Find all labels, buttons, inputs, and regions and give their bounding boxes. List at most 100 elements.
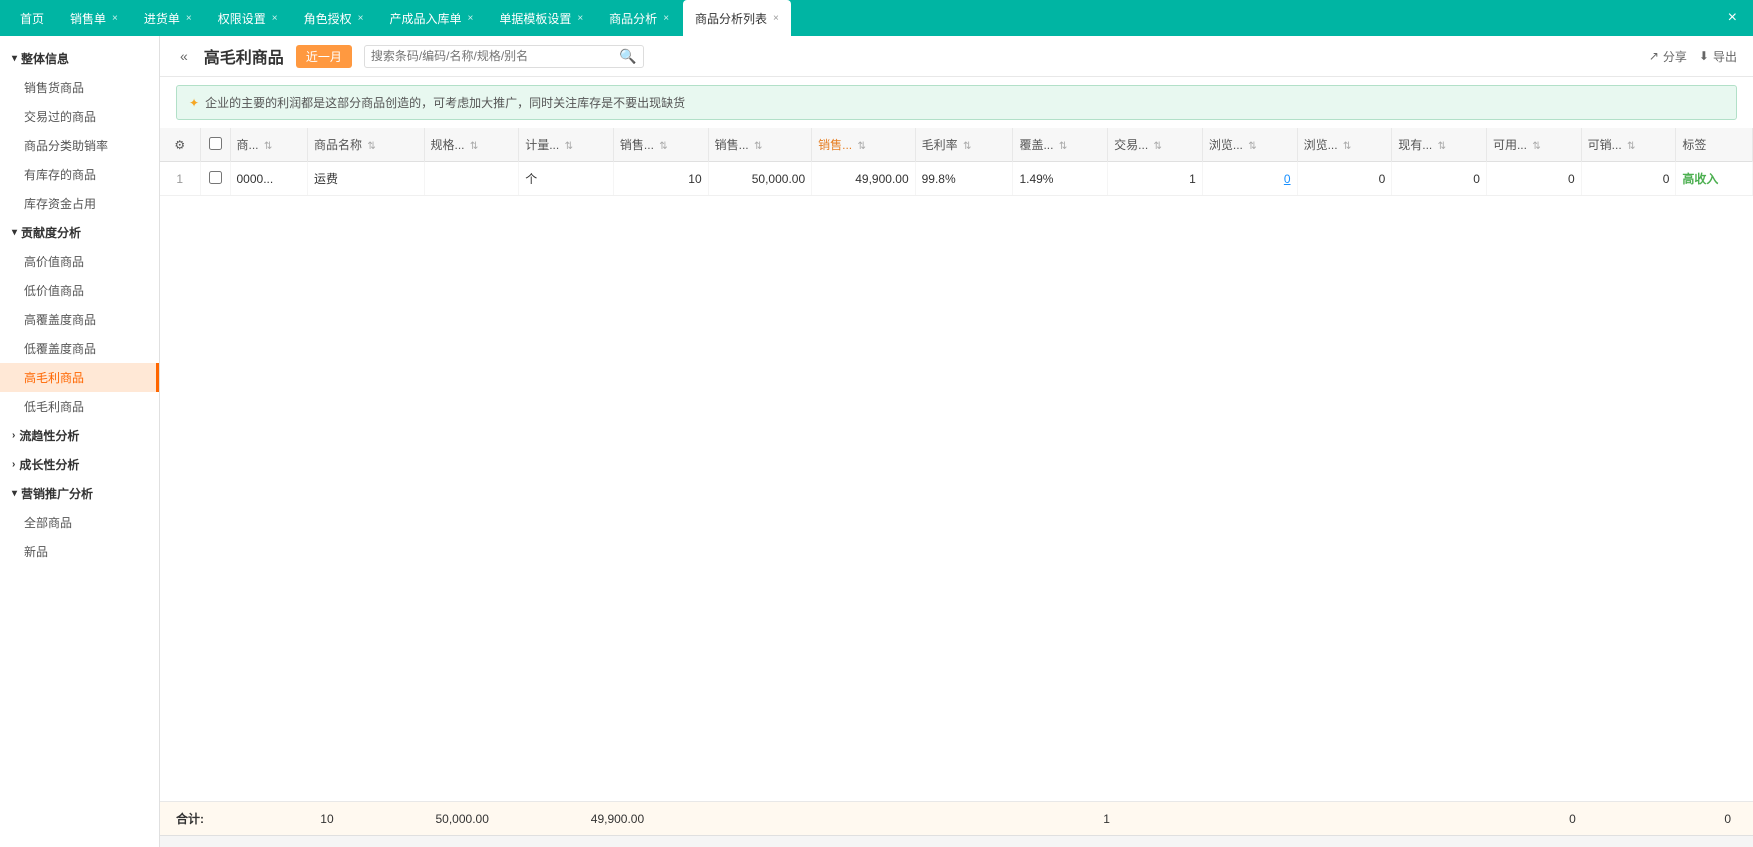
cell-browse2: 0	[1297, 162, 1392, 196]
cell-tag: 高收入	[1676, 162, 1753, 196]
sidebar-group-marketing[interactable]: ▾ 营销推广分析	[0, 479, 159, 508]
export-button[interactable]: ⬇ 导出	[1699, 48, 1737, 65]
nav-role-auth[interactable]: 角色授权 ×	[292, 0, 376, 36]
table-header-row: ⚙ 商... ⇅ 商品名称 ⇅	[160, 128, 1753, 162]
col-spec[interactable]: 规格... ⇅	[424, 128, 519, 162]
col-name[interactable]: 商品名称 ⇅	[307, 128, 424, 162]
sort-available-icon: ⇅	[1532, 141, 1540, 152]
sidebar-item-high-margin[interactable]: 高毛利商品	[0, 363, 159, 392]
filter-month-button[interactable]: 近一月	[296, 45, 352, 68]
arrow-growth: ›	[12, 459, 15, 470]
cell-browse1[interactable]: 0	[1202, 162, 1297, 196]
cell-code[interactable]: 0000...	[230, 162, 307, 196]
sort-spec-icon: ⇅	[470, 141, 478, 152]
nav-template-settings[interactable]: 单据模板设置 ×	[487, 0, 595, 36]
nav-product-analysis[interactable]: 商品分析 ×	[597, 0, 681, 36]
sidebar-item-high-coverage[interactable]: 高覆盖度商品	[0, 305, 159, 334]
nav-purchase-order[interactable]: 进货单 ×	[132, 0, 204, 36]
sidebar-item-all-goods[interactable]: 全部商品	[0, 508, 159, 537]
sort-transaction-icon: ⇅	[1154, 141, 1162, 152]
sidebar-group-contribution[interactable]: ▾ 贡献度分析	[0, 218, 159, 247]
sidebar-item-new-goods[interactable]: 新品	[0, 537, 159, 566]
col-coverage[interactable]: 覆盖... ⇅	[1013, 128, 1108, 162]
settings-icon[interactable]: ⚙	[174, 138, 185, 152]
cell-gross-margin: 99.8%	[915, 162, 1013, 196]
bottom-scrollbar[interactable]	[160, 835, 1753, 847]
sort-browse2-icon: ⇅	[1343, 141, 1351, 152]
sidebar-item-inventory-capital[interactable]: 库存资金占用	[0, 189, 159, 218]
sidebar-item-high-value[interactable]: 高价值商品	[0, 247, 159, 276]
footer-label: 合计:	[176, 810, 256, 827]
sort-gross-margin-icon: ⇅	[963, 141, 971, 152]
col-browse2[interactable]: 浏览... ⇅	[1297, 128, 1392, 162]
nav-permission-settings[interactable]: 权限设置 ×	[206, 0, 290, 36]
sidebar-item-traded-goods[interactable]: 交易过的商品	[0, 102, 159, 131]
sidebar-item-in-stock[interactable]: 有库存的商品	[0, 160, 159, 189]
main-layout: ▾ 整体信息 销售货商品 交易过的商品 商品分类助销率 有库存的商品 库存资金占…	[0, 36, 1753, 847]
col-sales-amount[interactable]: 销售... ⇅	[708, 128, 812, 162]
arrow-marketing: ▾	[12, 488, 17, 499]
close-product-analysis-icon[interactable]: ×	[663, 13, 669, 24]
sidebar-item-sales-goods[interactable]: 销售货商品	[0, 73, 159, 102]
close-role-auth-icon[interactable]: ×	[358, 13, 364, 24]
nav-sales-order[interactable]: 销售单 ×	[58, 0, 130, 36]
close-product-analysis-list-icon[interactable]: ×	[773, 13, 779, 24]
sidebar-item-low-margin[interactable]: 低毛利商品	[0, 392, 159, 421]
sidebar-item-low-value[interactable]: 低价值商品	[0, 276, 159, 305]
cell-coverage: 1.49%	[1013, 162, 1108, 196]
data-table-wrapper[interactable]: ⚙ 商... ⇅ 商品名称 ⇅	[160, 128, 1753, 801]
col-browse1[interactable]: 浏览... ⇅	[1202, 128, 1297, 162]
sidebar-item-category-rate[interactable]: 商品分类助销率	[0, 131, 159, 160]
info-icon: ✦	[189, 96, 199, 110]
export-icon: ⬇	[1699, 49, 1709, 63]
share-icon: ↗	[1649, 49, 1659, 63]
search-input[interactable]	[371, 49, 620, 63]
col-gross-margin[interactable]: 毛利率 ⇅	[915, 128, 1013, 162]
close-purchase-order-icon[interactable]: ×	[186, 13, 192, 24]
footer-cells: 10 50,000.00 49,900.00 1 0 0	[256, 812, 1737, 826]
col-settings[interactable]: ⚙	[160, 128, 200, 162]
col-code[interactable]: 商... ⇅	[230, 128, 307, 162]
close-template-settings-icon[interactable]: ×	[577, 13, 583, 24]
window-close-button[interactable]: ×	[1720, 9, 1745, 27]
data-table: ⚙ 商... ⇅ 商品名称 ⇅	[160, 128, 1753, 196]
col-unit[interactable]: 计量... ⇅	[519, 128, 614, 162]
nav-home[interactable]: 首页	[8, 0, 56, 36]
share-button[interactable]: ↗ 分享	[1649, 48, 1687, 65]
col-available[interactable]: 可用... ⇅	[1486, 128, 1581, 162]
col-current-stock[interactable]: 现有... ⇅	[1392, 128, 1487, 162]
sort-sales-qty-icon: ⇅	[659, 141, 667, 152]
footer-empty2	[805, 812, 960, 826]
close-sales-order-icon[interactable]: ×	[112, 13, 118, 24]
sort-code-icon: ⇅	[264, 141, 272, 152]
sidebar-group-overall[interactable]: ▾ 整体信息	[0, 44, 159, 73]
sort-current-stock-icon: ⇅	[1438, 141, 1446, 152]
col-sales-cost[interactable]: 销售... ⇅	[812, 128, 916, 162]
nav-product-analysis-list[interactable]: 商品分析列表 ×	[683, 0, 791, 36]
sidebar-item-low-coverage[interactable]: 低覆盖度商品	[0, 334, 159, 363]
row-checkbox[interactable]	[209, 171, 222, 184]
footer-sales-qty: 10	[256, 812, 340, 826]
nav-product-warehouse[interactable]: 产成品入库单 ×	[377, 0, 485, 36]
cell-spec	[424, 162, 519, 196]
cell-name: 运费	[307, 162, 424, 196]
select-all-checkbox[interactable]	[209, 137, 222, 150]
top-nav: 首页 销售单 × 进货单 × 权限设置 × 角色授权 × 产成品入库单 × 单据…	[0, 0, 1753, 36]
close-permission-icon[interactable]: ×	[272, 13, 278, 24]
col-sellable[interactable]: 可销... ⇅	[1581, 128, 1676, 162]
sidebar-group-trend[interactable]: › 流趋性分析	[0, 421, 159, 450]
col-sales-qty[interactable]: 销售... ⇅	[613, 128, 708, 162]
sort-sales-amount-icon: ⇅	[754, 141, 762, 152]
sidebar-group-growth[interactable]: › 成长性分析	[0, 450, 159, 479]
sidebar-collapse-button[interactable]: «	[176, 44, 192, 68]
footer-sales-amount: 50,000.00	[340, 812, 495, 826]
row-checkbox-cell	[200, 162, 230, 196]
sort-name-icon: ⇅	[367, 141, 375, 152]
search-icon[interactable]: 🔍	[619, 48, 636, 65]
sort-sales-cost-icon: ⇅	[857, 141, 865, 152]
search-box: 🔍	[364, 45, 644, 68]
close-product-warehouse-icon[interactable]: ×	[467, 13, 473, 24]
content-area: « 高毛利商品 近一月 🔍 ↗ 分享 ⬇ 导出 ✦ 企业的主要的利润都是这部	[160, 36, 1753, 847]
col-transaction[interactable]: 交易... ⇅	[1108, 128, 1203, 162]
footer-sales-cost: 49,900.00	[495, 812, 650, 826]
